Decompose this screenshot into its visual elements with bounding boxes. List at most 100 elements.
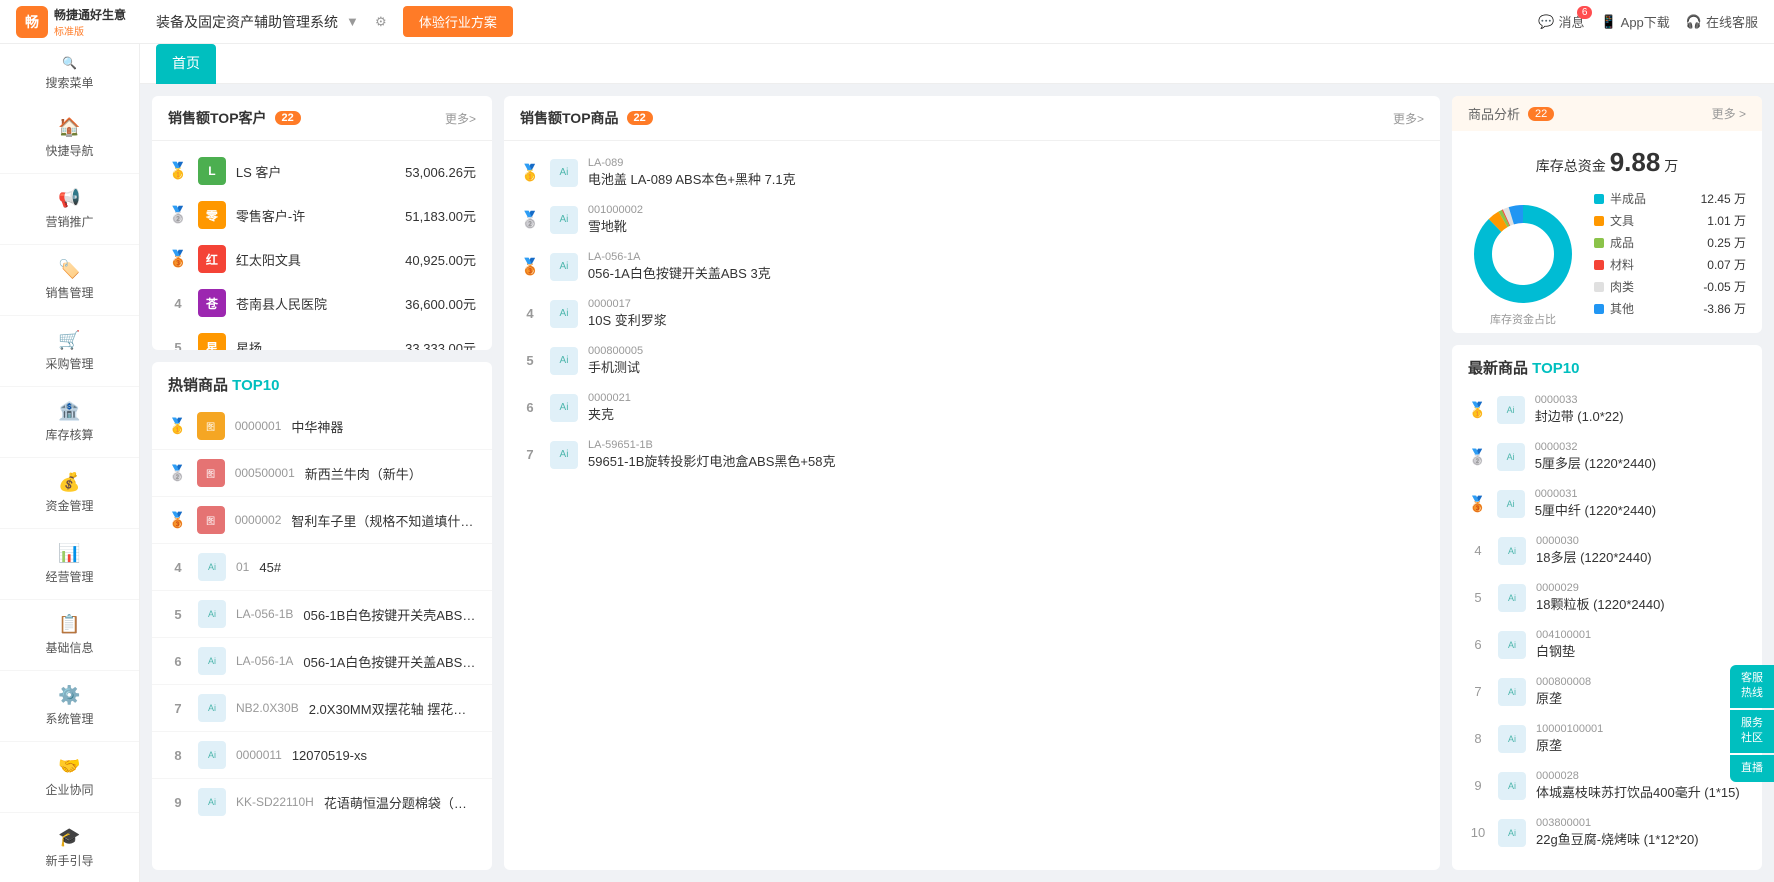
product-name: 5厘多层 (1220*2440) — [1535, 453, 1746, 472]
middle-column: 销售额TOP商品 22 更多> 🥇 Ai LA-089 电池盖 LA-089 A… — [504, 96, 1440, 870]
app-download-button[interactable]: 📱 App下载 — [1600, 12, 1669, 31]
product-info: 000800008 原垄 — [1536, 676, 1746, 707]
messages-button[interactable]: 💬 消息 6 — [1538, 12, 1584, 31]
product-rank-more[interactable]: 更多> — [1393, 110, 1424, 127]
customer-rank-header: 销售额TOP客户 22 更多> — [152, 96, 492, 141]
product-code: NB2.0X30B — [236, 701, 299, 715]
sidebar-item-quicknav[interactable]: 🏠 快捷导航 — [0, 103, 139, 174]
product-info: 003800001 22g鱼豆腐-烧烤味 (1*12*20) — [1536, 817, 1746, 848]
legend-dot — [1594, 194, 1604, 204]
medal-bronze-icon: 🥉 — [168, 511, 187, 529]
product-rank-panel: 销售额TOP商品 22 更多> 🥇 Ai LA-089 电池盖 LA-089 A… — [504, 96, 1440, 870]
hot-product-item: 🥉 图 0000002 智利车子里（规格不知道填什么） — [152, 497, 492, 544]
inventory-top-label: 商品分析 22 — [1468, 104, 1554, 123]
product-rank-item: 🥈 Ai 001000002 雪地靴 — [504, 196, 1440, 243]
product-info: 0000029 18颗粒板 (1220*2440) — [1536, 582, 1746, 613]
product-name: 22g鱼豆腐-烧烤味 (1*12*20) — [1536, 829, 1746, 848]
product-image: Ai — [1498, 537, 1526, 565]
trial-button[interactable]: 体验行业方案 — [403, 6, 513, 37]
product-image: Ai — [198, 694, 226, 722]
headset-icon: 🎧 — [1686, 14, 1702, 30]
customer-rank-item: 🥈 零 零售客户-许 51,183.00元 — [152, 193, 492, 237]
inventory-details: 库存总资金 9.88 万 — [1452, 131, 1762, 333]
collaboration-icon: 🤝 — [58, 756, 80, 777]
product-image: Ai — [198, 553, 226, 581]
system-dropdown-icon[interactable]: ▼ — [346, 14, 359, 29]
donut-label: 库存资金占比 — [1490, 311, 1556, 327]
customer-rank-item: 5 星 星扬 33,333.00元 — [152, 325, 492, 350]
cs-community-button[interactable]: 服务社区 — [1730, 710, 1774, 753]
product-code: 0000033 — [1535, 394, 1746, 406]
logo: 畅 畅捷通好生意 标准版 — [16, 6, 156, 38]
medal-gold-icon: 🥇 — [520, 163, 540, 183]
hot-products-title: 热销商品 TOP10 — [152, 362, 492, 403]
online-service-button[interactable]: 🎧 在线客服 — [1686, 12, 1758, 31]
inventory-legend: 半成品 12.45 万 文具 1.01 万 成品 0.25 万 材料 0.07 … — [1594, 190, 1746, 317]
tab-home[interactable]: 首页 — [156, 44, 216, 84]
newest-product-item: 🥇 Ai 0000033 封边带 (1.0*22) — [1452, 386, 1762, 433]
donut-svg — [1468, 199, 1578, 309]
rank-number: 5 — [1468, 590, 1488, 605]
product-code: 001000002 — [588, 204, 1424, 216]
sidebar-item-inventory[interactable]: 🏦 库存核算 — [0, 387, 139, 458]
sidebar-item-purchase[interactable]: 🛒 采购管理 — [0, 316, 139, 387]
product-name: 手机测试 — [588, 357, 1424, 376]
product-name: 原垄 — [1536, 688, 1746, 707]
rank-number: 5 — [168, 607, 188, 622]
rank-number: 7 — [1468, 684, 1488, 699]
product-code: 0000028 — [1536, 770, 1746, 782]
product-code: 004100001 — [1536, 629, 1746, 641]
product-rank-item: 5 Ai 000800005 手机测试 — [504, 337, 1440, 384]
sidebar-item-guide[interactable]: 🎓 新手引导 — [0, 813, 139, 882]
cs-hotline-button[interactable]: 客服热线 — [1730, 665, 1774, 708]
product-code: KK-SD22110H — [236, 795, 314, 809]
cs-live-button[interactable]: 直播 — [1730, 755, 1774, 782]
purchase-icon: 🛒 — [58, 330, 80, 351]
settings-icon[interactable]: ⚙ — [367, 8, 395, 36]
legend-dot — [1594, 238, 1604, 248]
sidebar-item-finance[interactable]: 💰 资金管理 — [0, 458, 139, 529]
sidebar-item-basic-info[interactable]: 📋 基础信息 — [0, 600, 139, 671]
product-info: 0000028 体城嘉枝味苏打饮品400毫升 (1*15) — [1536, 770, 1746, 801]
sidebar-item-marketing[interactable]: 📢 营销推广 — [0, 174, 139, 245]
product-image: Ai — [1498, 772, 1526, 800]
product-name: 056-1A白色按键开关盖ABS 3克 — [588, 263, 1424, 282]
product-image: Ai — [1498, 678, 1526, 706]
product-image: Ai — [198, 647, 226, 675]
search-menu[interactable]: 🔍 搜索菜单 — [0, 44, 139, 103]
hot-product-item: 7 Ai NB2.0X30B 2.0X30MM双摆花轴 摆花直径2.1MM/RO… — [152, 685, 492, 732]
topbar: 畅 畅捷通好生意 标准版 装备及固定资产辅助管理系统 ▼ ⚙ 体验行业方案 💬 … — [0, 0, 1774, 44]
rank-number: 4 — [168, 296, 188, 311]
sidebar-item-management[interactable]: 📊 经营管理 — [0, 529, 139, 600]
hot-product-item: 6 Ai LA-056-1A 056-1A白色按键开关盖ABS 3克 — [152, 638, 492, 685]
sidebar-item-sales[interactable]: 🏷️ 销售管理 — [0, 245, 139, 316]
customer-rank-more[interactable]: 更多> — [445, 110, 476, 127]
newest-product-item: 4 Ai 0000030 18多层 (1220*2440) — [1452, 527, 1762, 574]
rank-number: 4 — [520, 306, 540, 321]
legend-item: 材料 0.07 万 — [1594, 256, 1746, 273]
product-image: Ai — [550, 159, 578, 187]
legend-dot — [1594, 260, 1604, 270]
rank-number: 6 — [168, 654, 188, 669]
product-info: 0000031 5厘中纤 (1220*2440) — [1535, 488, 1746, 519]
product-rank-item: 7 Ai LA-59651-1B 59651-1B旋转投影灯电池盒ABS黑色+5… — [504, 431, 1440, 478]
customer-rank-item: 🥇 L LS 客户 53,006.26元 — [152, 149, 492, 193]
product-name: 18多层 (1220*2440) — [1536, 547, 1746, 566]
hot-products-list: 🥇 图 0000001 中华神器 🥈 图 000500001 新西兰牛肉（新牛）… — [152, 403, 492, 870]
product-code: 000800008 — [1536, 676, 1746, 688]
product-name: 18颗粒板 (1220*2440) — [1536, 594, 1746, 613]
rank-avatar: 苍 — [198, 289, 226, 317]
product-image: Ai — [550, 300, 578, 328]
topbar-center: 装备及固定资产辅助管理系统 ▼ ⚙ 体验行业方案 — [156, 6, 1538, 37]
rank-number: 8 — [1468, 731, 1488, 746]
product-image: Ai — [550, 394, 578, 422]
sidebar-item-collaboration[interactable]: 🤝 企业协同 — [0, 742, 139, 813]
hot-product-item: 4 Ai 01 45# — [152, 544, 492, 591]
product-image: Ai — [198, 741, 226, 769]
product-code: LA-056-1A — [236, 654, 293, 668]
medal-silver-icon: 🥈 — [168, 205, 188, 225]
product-rank-list: 🥇 Ai LA-089 电池盖 LA-089 ABS本色+黑种 7.1克 🥈 A… — [504, 141, 1440, 870]
product-code: LA-59651-1B — [588, 439, 1424, 451]
rank-avatar: L — [198, 157, 226, 185]
sidebar-item-system[interactable]: ⚙️ 系统管理 — [0, 671, 139, 742]
